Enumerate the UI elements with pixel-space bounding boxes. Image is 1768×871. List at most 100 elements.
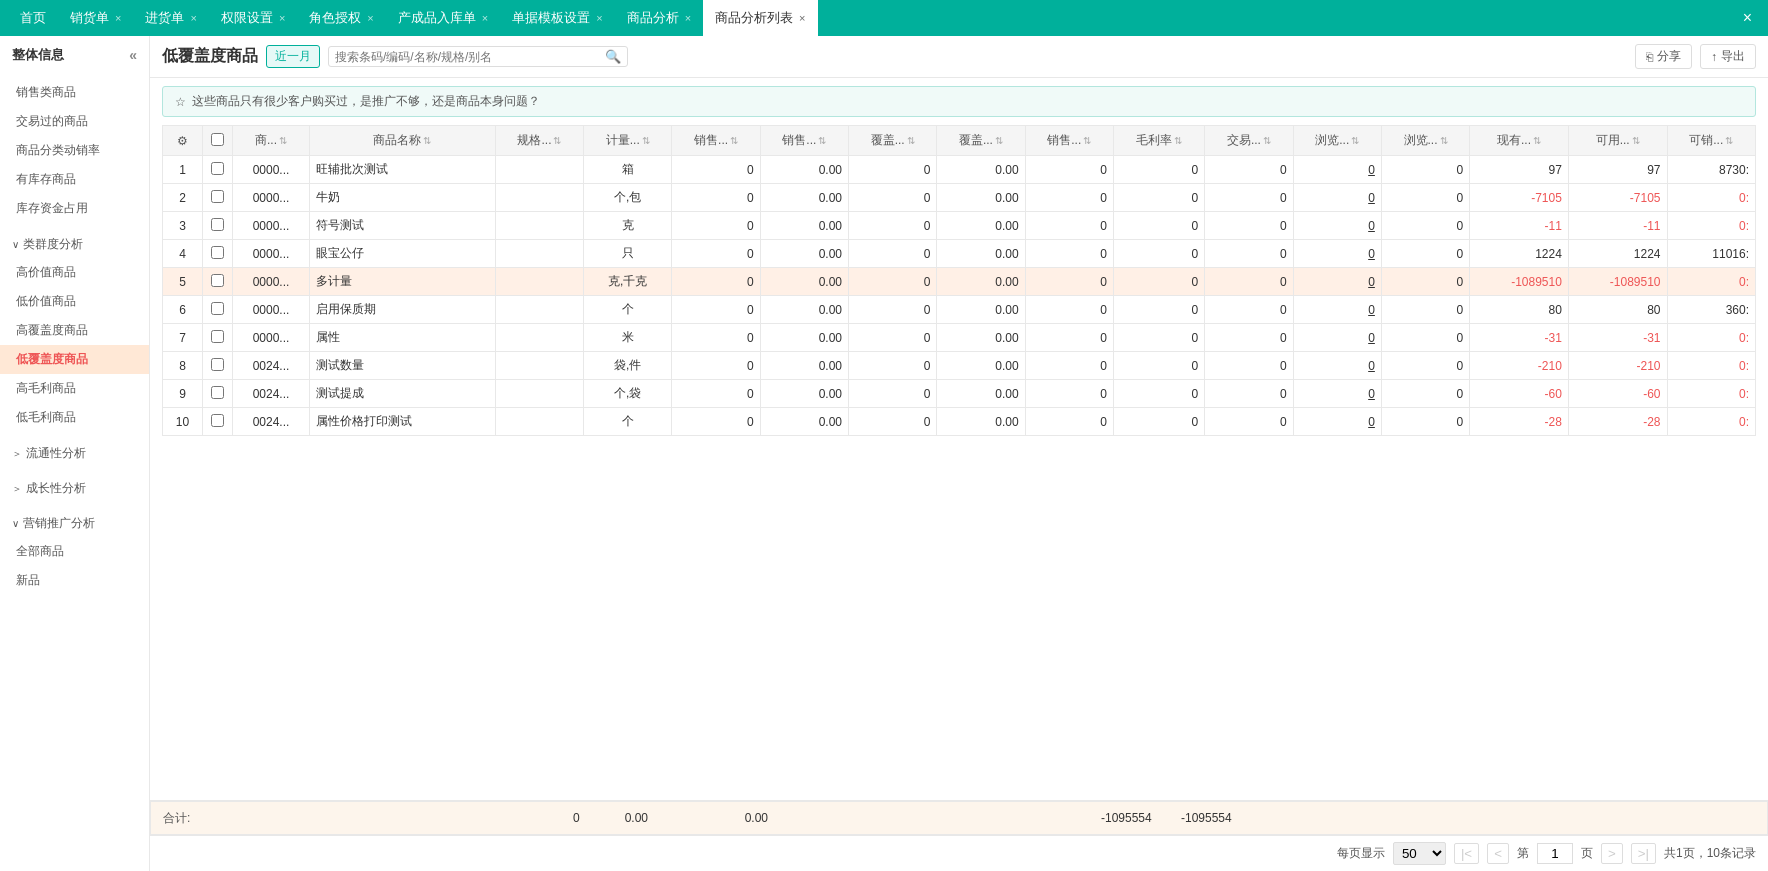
sidebar-item-all-goods[interactable]: 全部商品 — [0, 537, 149, 566]
row-checkbox-3[interactable] — [211, 246, 224, 259]
page-input[interactable] — [1537, 843, 1573, 864]
cell-check[interactable] — [203, 268, 233, 296]
first-page-button[interactable]: |< — [1454, 843, 1479, 864]
sidebar-collapse-button[interactable]: « — [129, 47, 137, 63]
nav-sales-order[interactable]: 销货单 × — [58, 0, 133, 36]
view1-link[interactable]: 0 — [1368, 331, 1375, 345]
cell-check[interactable] — [203, 240, 233, 268]
th-settings[interactable]: ⚙ — [163, 126, 203, 156]
nav-permissions[interactable]: 权限设置 × — [209, 0, 297, 36]
cell-gross-margin: 0 — [1113, 324, 1204, 352]
select-all-checkbox[interactable] — [211, 133, 224, 146]
view1-link[interactable]: 0 — [1368, 247, 1375, 261]
sidebar-item-category-rate[interactable]: 商品分类动销率 — [0, 136, 149, 165]
row-checkbox-7[interactable] — [211, 358, 224, 371]
cell-check[interactable] — [203, 296, 233, 324]
cell-stock: -210 — [1470, 352, 1569, 380]
cell-view1[interactable]: 0 — [1293, 240, 1381, 268]
sidebar-item-traded-goods[interactable]: 交易过的商品 — [0, 107, 149, 136]
row-checkbox-9[interactable] — [211, 414, 224, 427]
sidebar-item-stocked-goods[interactable]: 有库存商品 — [0, 165, 149, 194]
row-checkbox-8[interactable] — [211, 386, 224, 399]
view1-link[interactable]: 0 — [1368, 275, 1375, 289]
cell-view1[interactable]: 0 — [1293, 156, 1381, 184]
nav-sales-order-close[interactable]: × — [115, 12, 121, 24]
sidebar-item-stock-capital[interactable]: 库存资金占用 — [0, 194, 149, 223]
cell-view1[interactable]: 0 — [1293, 296, 1381, 324]
export-button[interactable]: ↑ 导出 — [1700, 44, 1756, 69]
sidebar-group-liquidity[interactable]: ＞ 流通性分析 — [0, 440, 149, 467]
search-input[interactable] — [335, 50, 601, 64]
cell-seq: 4 — [163, 240, 203, 268]
nav-purchase-order[interactable]: 进货单 × — [133, 0, 208, 36]
sidebar-item-high-margin[interactable]: 高毛利商品 — [0, 374, 149, 403]
per-page-select[interactable]: 50 100 200 — [1393, 842, 1446, 865]
cell-check[interactable] — [203, 156, 233, 184]
cell-view1[interactable]: 0 — [1293, 380, 1381, 408]
view1-link[interactable]: 0 — [1368, 303, 1375, 317]
nav-product-analysis-list[interactable]: 商品分析列表 × — [703, 0, 817, 36]
cell-view1[interactable]: 0 — [1293, 324, 1381, 352]
view1-link[interactable]: 0 — [1368, 219, 1375, 233]
sidebar-item-new-goods[interactable]: 新品 — [0, 566, 149, 595]
th-check[interactable] — [203, 126, 233, 156]
last-page-button[interactable]: >| — [1631, 843, 1656, 864]
cell-view1[interactable]: 0 — [1293, 184, 1381, 212]
sidebar-group-cluster[interactable]: ∨ 类群度分析 — [0, 231, 149, 258]
view1-link[interactable]: 0 — [1368, 163, 1375, 177]
row-checkbox-4[interactable] — [211, 274, 224, 287]
cell-check[interactable] — [203, 380, 233, 408]
sidebar-item-high-coverage[interactable]: 高覆盖度商品 — [0, 316, 149, 345]
cell-check[interactable] — [203, 324, 233, 352]
nav-product-storage-close[interactable]: × — [482, 12, 488, 24]
row-checkbox-1[interactable] — [211, 190, 224, 203]
next-page-button[interactable]: > — [1601, 843, 1623, 864]
cell-view1[interactable]: 0 — [1293, 268, 1381, 296]
table-container[interactable]: ⚙ 商...⇅ 商品名称⇅ 规格...⇅ 计量...⇅ 销售...⇅ 销售...… — [150, 125, 1768, 800]
cell-check[interactable] — [203, 212, 233, 240]
cell-coverage2: 0.00 — [937, 184, 1025, 212]
sidebar-item-sales-goods[interactable]: 销售类商品 — [0, 78, 149, 107]
nav-role-auth-close[interactable]: × — [367, 12, 373, 24]
share-button[interactable]: ⎗ 分享 — [1635, 44, 1692, 69]
sidebar-item-high-value[interactable]: 高价值商品 — [0, 258, 149, 287]
view1-link[interactable]: 0 — [1368, 415, 1375, 429]
cell-check[interactable] — [203, 184, 233, 212]
prev-page-button[interactable]: < — [1487, 843, 1509, 864]
cell-check[interactable] — [203, 408, 233, 436]
nav-product-analysis[interactable]: 商品分析 × — [615, 0, 703, 36]
view1-link[interactable]: 0 — [1368, 191, 1375, 205]
sidebar-item-low-value[interactable]: 低价值商品 — [0, 287, 149, 316]
sidebar-item-low-coverage[interactable]: 低覆盖度商品 — [0, 345, 149, 374]
cell-view1[interactable]: 0 — [1293, 408, 1381, 436]
row-checkbox-6[interactable] — [211, 330, 224, 343]
cell-sales-rate: 0 — [1025, 184, 1113, 212]
nav-permissions-close[interactable]: × — [279, 12, 285, 24]
cell-check[interactable] — [203, 352, 233, 380]
cell-gross-margin: 0 — [1113, 184, 1204, 212]
nav-product-storage[interactable]: 产成品入库单 × — [386, 0, 500, 36]
view1-link[interactable]: 0 — [1368, 387, 1375, 401]
arrow-icon-4: ∨ — [12, 518, 19, 529]
window-close-button[interactable]: × — [1735, 9, 1760, 27]
row-checkbox-2[interactable] — [211, 218, 224, 231]
cell-view1[interactable]: 0 — [1293, 352, 1381, 380]
nav-role-auth[interactable]: 角色授权 × — [297, 0, 385, 36]
nav-template-settings[interactable]: 单据模板设置 × — [500, 0, 614, 36]
nav-product-analysis-list-close[interactable]: × — [799, 12, 805, 24]
period-button[interactable]: 近一月 — [266, 45, 320, 68]
row-checkbox-0[interactable] — [211, 162, 224, 175]
settings-icon[interactable]: ⚙ — [177, 134, 188, 148]
nav-home[interactable]: 首页 — [8, 0, 58, 36]
sidebar-group-growth[interactable]: ＞ 成长性分析 — [0, 475, 149, 502]
cell-stock: -11 — [1470, 212, 1569, 240]
th-coverage1: 覆盖...⇅ — [849, 126, 937, 156]
view1-link[interactable]: 0 — [1368, 359, 1375, 373]
sidebar-group-marketing[interactable]: ∨ 营销推广分析 — [0, 510, 149, 537]
cell-view1[interactable]: 0 — [1293, 212, 1381, 240]
row-checkbox-5[interactable] — [211, 302, 224, 315]
nav-product-analysis-close[interactable]: × — [685, 12, 691, 24]
nav-purchase-order-close[interactable]: × — [190, 12, 196, 24]
nav-template-settings-close[interactable]: × — [596, 12, 602, 24]
sidebar-item-low-margin[interactable]: 低毛利商品 — [0, 403, 149, 432]
